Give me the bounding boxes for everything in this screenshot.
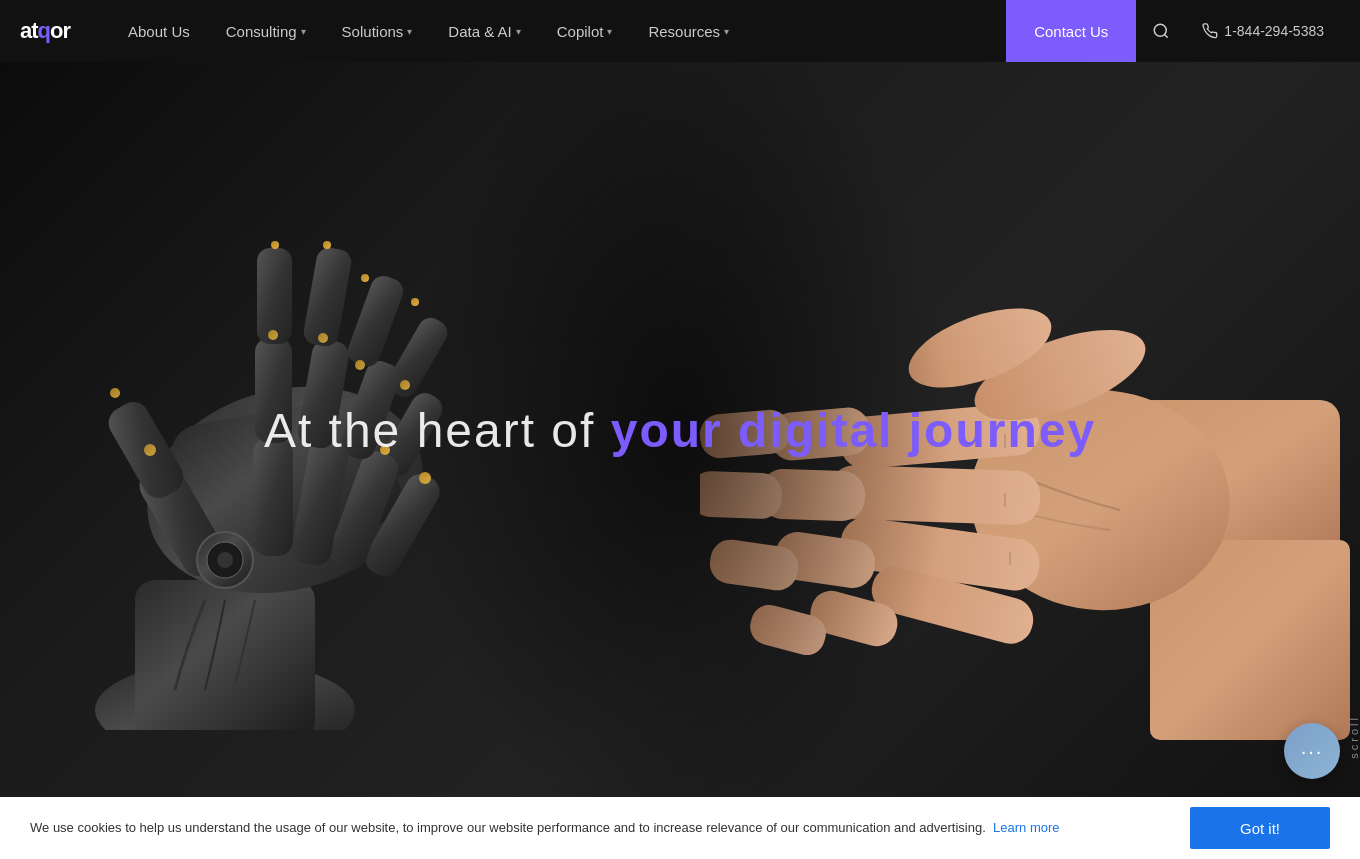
- svg-point-22: [411, 298, 419, 306]
- copilot-chevron: ▾: [607, 26, 612, 37]
- logo-text: atqor: [20, 18, 70, 43]
- chat-bubble[interactable]: ···: [1284, 723, 1340, 779]
- nav-right: Contact Us 1-844-294-5383: [1006, 0, 1340, 62]
- svg-rect-12: [302, 246, 353, 349]
- nav-data-ai[interactable]: Data & AI ▾: [430, 0, 538, 62]
- svg-point-25: [323, 241, 331, 249]
- svg-point-28: [144, 444, 156, 456]
- cookie-message: We use cookies to help us understand the…: [30, 818, 1170, 838]
- phone-button[interactable]: 1-844-294-5383: [1186, 0, 1340, 62]
- svg-rect-41: [700, 470, 783, 519]
- svg-rect-15: [257, 248, 292, 344]
- consulting-chevron: ▾: [301, 26, 306, 37]
- phone-number: 1-844-294-5383: [1224, 23, 1324, 39]
- svg-point-24: [318, 333, 328, 343]
- data-ai-chevron: ▾: [516, 26, 521, 37]
- svg-point-18: [419, 472, 431, 484]
- navbar: atqor About Us Consulting ▾ Solutions ▾ …: [0, 0, 1360, 62]
- contact-button[interactable]: Contact Us: [1006, 0, 1136, 62]
- nav-about[interactable]: About Us: [110, 0, 208, 62]
- svg-line-54: [1165, 34, 1168, 37]
- resources-chevron: ▾: [724, 26, 729, 37]
- logo[interactable]: atqor: [20, 18, 70, 44]
- got-it-button[interactable]: Got it!: [1190, 807, 1330, 849]
- svg-point-26: [268, 330, 278, 340]
- hero-text-prefix: At the heart of: [264, 403, 611, 456]
- svg-point-29: [110, 388, 120, 398]
- solutions-chevron: ▾: [407, 26, 412, 37]
- robot-hand-illustration: [0, 30, 630, 730]
- nav-consulting[interactable]: Consulting ▾: [208, 0, 324, 62]
- svg-point-53: [1155, 24, 1167, 36]
- search-icon[interactable]: [1136, 0, 1186, 62]
- hero-text: At the heart of your digital journey: [264, 402, 1096, 457]
- svg-point-32: [217, 552, 233, 568]
- learn-more-link[interactable]: Learn more: [993, 820, 1059, 835]
- cookie-banner: We use cookies to help us understand the…: [0, 797, 1360, 859]
- svg-rect-9: [344, 272, 406, 370]
- svg-point-27: [271, 241, 279, 249]
- nav-links: About Us Consulting ▾ Solutions ▾ Data &…: [110, 0, 1006, 62]
- svg-point-20: [400, 380, 410, 390]
- chat-bubble-icon: ···: [1301, 740, 1324, 763]
- nav-resources[interactable]: Resources ▾: [630, 0, 747, 62]
- hero-section: At the heart of your digital journey scr…: [0, 0, 1360, 859]
- hero-text-highlight: your digital journey: [611, 403, 1096, 456]
- nav-copilot[interactable]: Copilot ▾: [539, 0, 631, 62]
- svg-point-21: [355, 360, 365, 370]
- nav-solutions[interactable]: Solutions ▾: [324, 0, 431, 62]
- svg-point-23: [361, 274, 369, 282]
